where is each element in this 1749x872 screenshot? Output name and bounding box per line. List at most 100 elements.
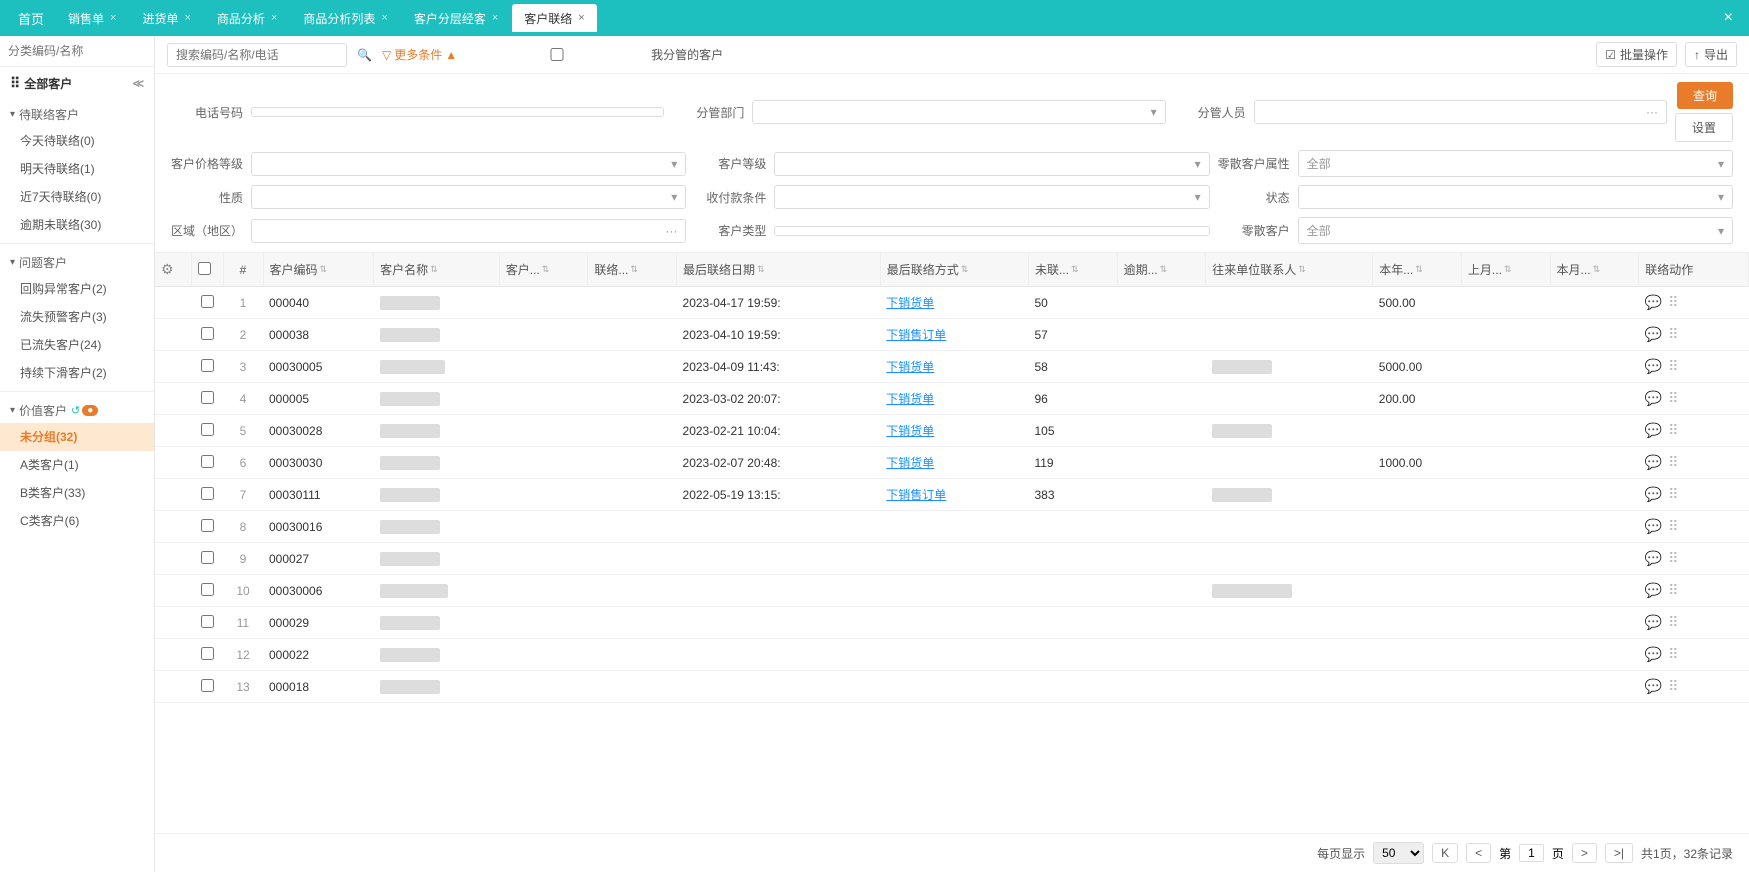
th-this-month[interactable]: 本月...⇅ <box>1550 253 1639 287</box>
more-action-icon[interactable]: ⠿ <box>1668 390 1678 407</box>
th-type[interactable]: 客户...⇅ <box>499 253 588 287</box>
batch-op-btn[interactable]: ☑ 批量操作 <box>1596 42 1677 67</box>
last-method-link[interactable]: 下销售订单 <box>886 328 946 342</box>
more-action-icon[interactable]: ⠿ <box>1668 294 1678 311</box>
row-check[interactable] <box>191 671 223 703</box>
sidebar-collapse-btn[interactable]: ≪ <box>132 77 144 90</box>
more-action-icon[interactable]: ⠿ <box>1668 358 1678 375</box>
th-last-date[interactable]: 最后联络日期⇅ <box>677 253 881 287</box>
chat-icon[interactable]: 💬 <box>1645 646 1662 663</box>
chat-icon[interactable]: 💬 <box>1645 678 1662 695</box>
more-action-icon[interactable]: ⠿ <box>1668 678 1678 695</box>
customer-level-select[interactable]: ▾ <box>774 152 1209 176</box>
analysis-list-tab[interactable]: 商品分析列表 × <box>291 4 399 32</box>
sidebar-item-overdue[interactable]: 逾期未联络(30) <box>0 211 154 239</box>
select-all-checkbox[interactable] <box>198 262 211 275</box>
th-check[interactable] <box>191 253 223 287</box>
sidebar-item-repurchase-abnormal[interactable]: 回购异常客户(2) <box>0 275 154 303</box>
area-input[interactable]: ··· <box>251 219 686 243</box>
customer-contact-tab[interactable]: 客户联络 × <box>512 4 596 32</box>
th-contact[interactable]: 联络...⇅ <box>588 253 677 287</box>
chat-icon[interactable]: 💬 <box>1645 614 1662 631</box>
purchase-tab[interactable]: 进货单 × <box>130 4 202 32</box>
status-select[interactable]: ▾ <box>1298 185 1733 209</box>
sidebar-item-b-class[interactable]: B类客户(33) <box>0 479 154 507</box>
sales-tab-close[interactable]: × <box>110 12 116 24</box>
search-input[interactable] <box>167 43 347 67</box>
th-last-method[interactable]: 最后联络方式⇅ <box>880 253 1028 287</box>
row-last-method[interactable]: 下销货单 <box>880 287 1028 319</box>
more-action-icon[interactable]: ⠿ <box>1668 646 1678 663</box>
last-method-link[interactable]: 下销货单 <box>886 456 934 470</box>
prev-page-btn[interactable]: < <box>1466 843 1491 863</box>
payment-select[interactable]: ▾ <box>774 185 1209 209</box>
page-size-select[interactable]: 50 100 200 <box>1373 842 1424 864</box>
purchase-tab-close[interactable]: × <box>184 12 190 24</box>
reset-button[interactable]: 设置 <box>1675 113 1733 142</box>
gear-icon[interactable]: ⚙ <box>161 261 174 277</box>
row-check[interactable] <box>191 607 223 639</box>
row-check[interactable] <box>191 479 223 511</box>
row-check[interactable] <box>191 447 223 479</box>
sidebar-item-ungrouped[interactable]: 未分组(32) <box>0 423 154 451</box>
group-value-header[interactable]: ▾ 价值客户 ↺ ● <box>0 396 154 423</box>
last-method-link[interactable]: 下销货单 <box>886 296 934 310</box>
last-method-link[interactable]: 下销货单 <box>886 424 934 438</box>
retail-customer-select[interactable]: 全部 ▾ <box>1298 217 1733 244</box>
my-customers-checkbox[interactable] <box>467 48 647 61</box>
more-action-icon[interactable]: ⠿ <box>1668 422 1678 439</box>
row-last-method[interactable]: 下销售订单 <box>880 319 1028 351</box>
row-check[interactable] <box>191 351 223 383</box>
row-last-method[interactable]: 下销货单 <box>880 447 1028 479</box>
more-action-icon[interactable]: ⠿ <box>1668 614 1678 631</box>
query-button[interactable]: 查询 <box>1677 82 1733 109</box>
row-check[interactable] <box>191 511 223 543</box>
home-tab[interactable]: 首页 <box>8 4 54 32</box>
more-action-icon[interactable]: ⠿ <box>1668 486 1678 503</box>
more-action-icon[interactable]: ⠿ <box>1668 454 1678 471</box>
row-last-method[interactable]: 下销货单 <box>880 351 1028 383</box>
chat-icon[interactable]: 💬 <box>1645 358 1662 375</box>
last-method-link[interactable]: 下销货单 <box>886 392 934 406</box>
sidebar-item-c-class[interactable]: C类客户(6) <box>0 507 154 535</box>
row-last-method[interactable]: 下销货单 <box>880 415 1028 447</box>
row-check[interactable] <box>191 543 223 575</box>
sales-tab[interactable]: 销售单 × <box>56 4 128 32</box>
phone-input[interactable] <box>251 107 664 117</box>
chat-icon[interactable]: 💬 <box>1645 294 1662 311</box>
th-code[interactable]: 客户编码⇅ <box>263 253 374 287</box>
customer-contact-tab-close[interactable]: × <box>578 12 584 24</box>
value-edit-icon[interactable]: ↺ <box>71 404 80 417</box>
sidebar-item-churned[interactable]: 已流失客户(24) <box>0 331 154 359</box>
search-icon[interactable]: 🔍 <box>357 48 372 62</box>
row-check[interactable] <box>191 287 223 319</box>
th-contact-person[interactable]: 往来单位联系人⇅ <box>1206 253 1373 287</box>
row-last-method[interactable]: 下销售订单 <box>880 479 1028 511</box>
row-last-method[interactable]: 下销货单 <box>880 383 1028 415</box>
sidebar-item-churn-warning[interactable]: 流失预警客户(3) <box>0 303 154 331</box>
chat-icon[interactable]: 💬 <box>1645 486 1662 503</box>
close-all-btn[interactable]: × <box>1716 9 1741 27</box>
row-check[interactable] <box>191 575 223 607</box>
sidebar-item-a-class[interactable]: A类客户(1) <box>0 451 154 479</box>
chat-icon[interactable]: 💬 <box>1645 390 1662 407</box>
customer-mgr-tab-close[interactable]: × <box>492 12 498 24</box>
row-check[interactable] <box>191 383 223 415</box>
sidebar-item-today[interactable]: 今天待联络(0) <box>0 127 154 155</box>
row-check[interactable] <box>191 639 223 671</box>
analysis-list-tab-close[interactable]: × <box>381 12 387 24</box>
all-customers-header[interactable]: ⠿ 全部客户 ≪ <box>0 67 154 100</box>
more-action-icon[interactable]: ⠿ <box>1668 326 1678 343</box>
next-page-btn[interactable]: > <box>1572 843 1597 863</box>
person-input[interactable]: ··· <box>1254 100 1667 124</box>
analysis-tab-close[interactable]: × <box>271 12 277 24</box>
th-gear[interactable]: ⚙ <box>155 253 191 287</box>
more-action-icon[interactable]: ⠿ <box>1668 518 1678 535</box>
sidebar-item-tomorrow[interactable]: 明天待联络(1) <box>0 155 154 183</box>
group-problem-header[interactable]: ▾ 问题客户 <box>0 248 154 275</box>
more-action-icon[interactable]: ⠿ <box>1668 582 1678 599</box>
th-this-year[interactable]: 本年...⇅ <box>1373 253 1462 287</box>
customer-type-select[interactable] <box>774 226 1209 236</box>
more-conditions-btn[interactable]: ▽ 更多条件 ▲ <box>382 46 457 63</box>
analysis-tab[interactable]: 商品分析 × <box>205 4 289 32</box>
